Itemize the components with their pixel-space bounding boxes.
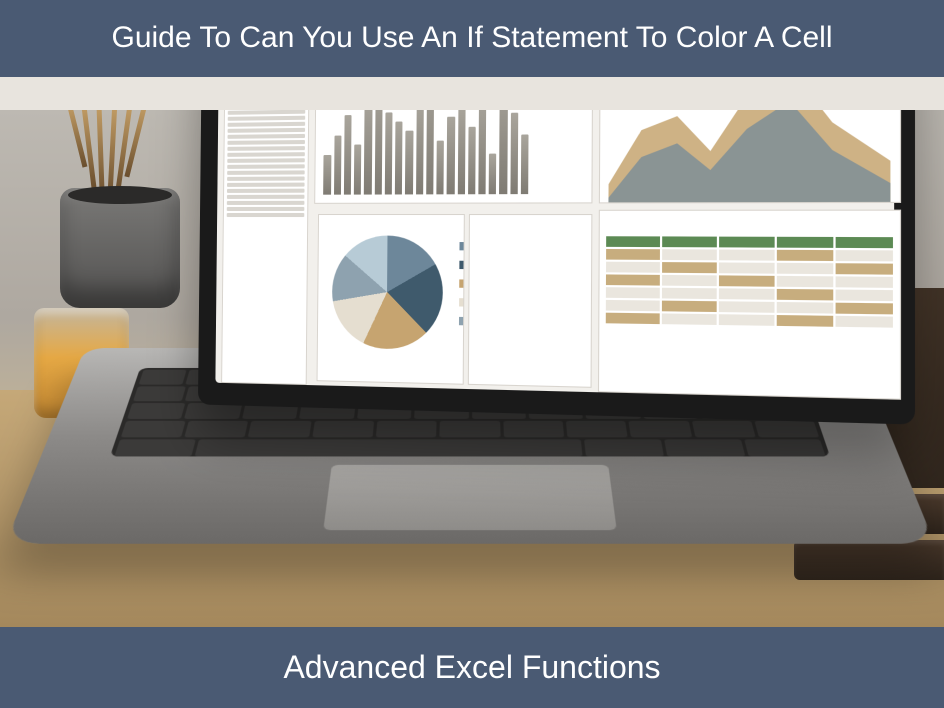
pie-legend [459, 242, 464, 325]
laptop-screen [198, 110, 915, 425]
area-chart-panel [599, 110, 901, 204]
pie-chart-panel [317, 214, 464, 384]
area-chart-icon [609, 110, 891, 204]
brush-cup [60, 188, 180, 308]
page-title: Guide To Can You Use An If Statement To … [111, 21, 832, 54]
side-list-panel [221, 110, 310, 385]
laptop-trackpad [323, 465, 617, 530]
grouped-bar-chart-icon [477, 236, 583, 380]
table-panel [598, 210, 901, 400]
dashboard [215, 110, 894, 400]
pie-chart-icon [332, 236, 444, 351]
hero-image [0, 110, 944, 628]
bar-chart-icon [324, 110, 530, 195]
data-table [606, 237, 893, 392]
footer-band: Advanced Excel Functions [0, 627, 944, 708]
grouped-bar-panel [467, 214, 592, 387]
footer-title: Advanced Excel Functions [283, 649, 660, 685]
bar-chart-panel [315, 110, 594, 204]
bar-side-labels [536, 110, 590, 197]
row-list [225, 110, 306, 380]
paintbrushes [74, 110, 139, 198]
lower-mid-group [313, 210, 593, 392]
header-band: Guide To Can You Use An If Statement To … [0, 0, 944, 77]
